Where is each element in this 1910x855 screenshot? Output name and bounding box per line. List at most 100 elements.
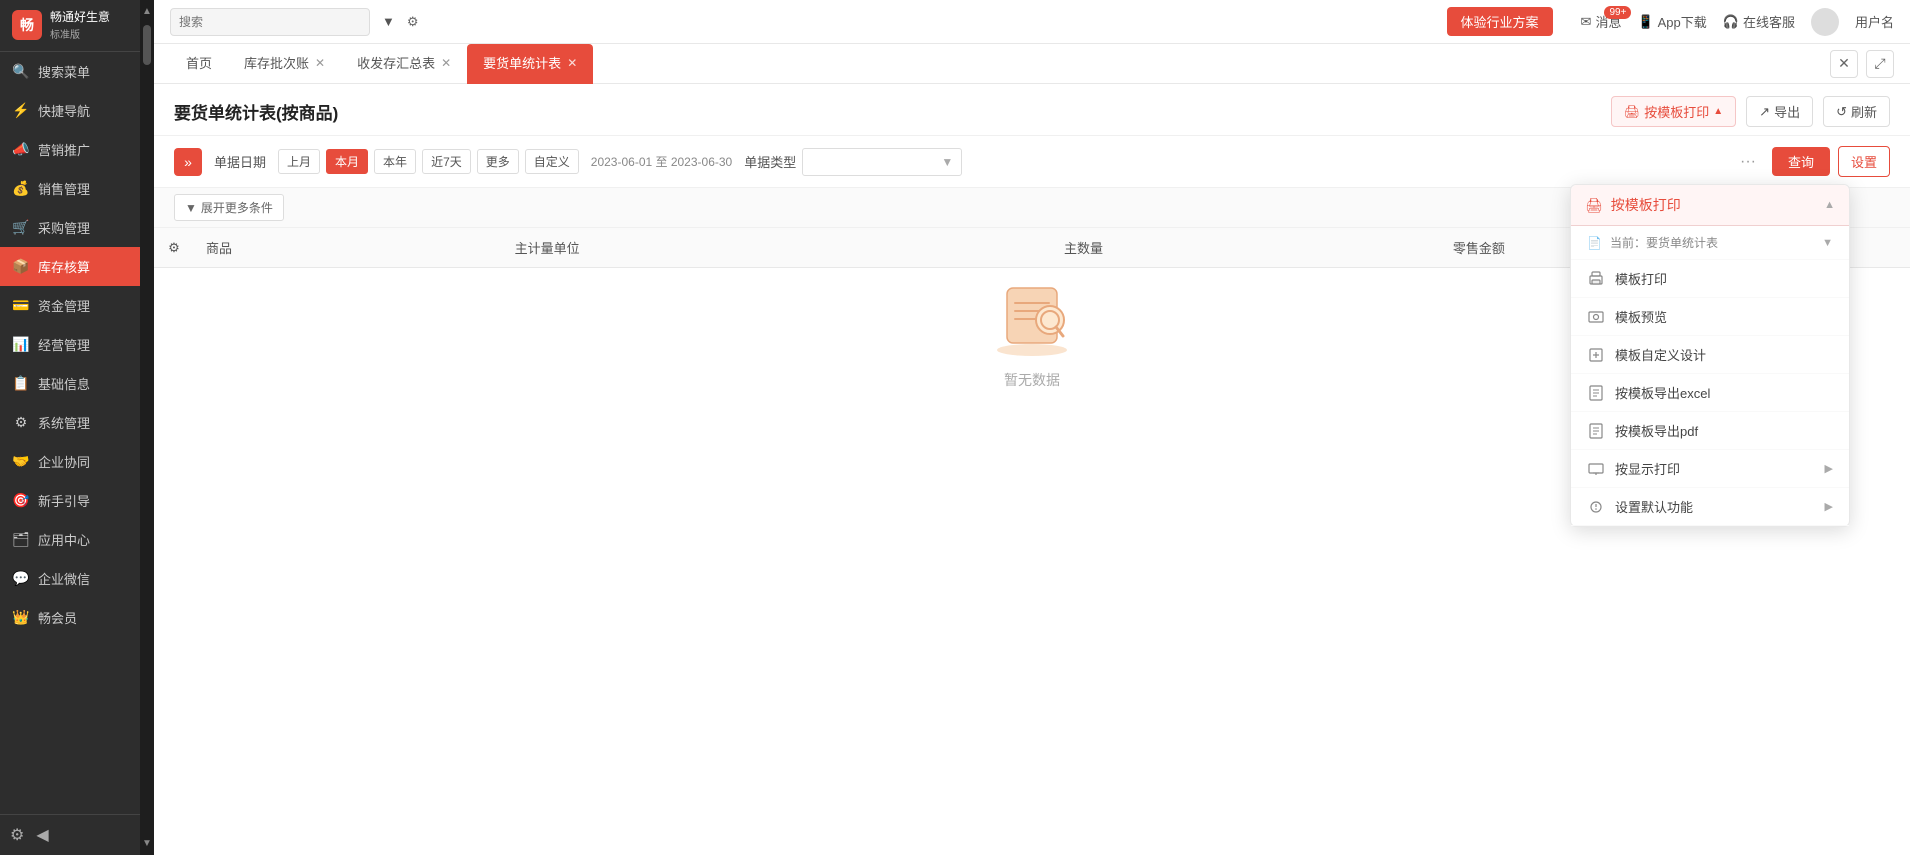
set-default-arrow-icon: ▶	[1825, 500, 1833, 513]
dropdown-item-template-custom[interactable]: 模板自定义设计	[1571, 336, 1849, 374]
dropdown-item-display-print[interactable]: 按显示打印 ▶	[1571, 450, 1849, 488]
sidebar-item-operation[interactable]: 📊 经营管理	[0, 325, 140, 364]
expand-more-label: 展开更多条件	[201, 199, 273, 216]
date-this-year-button[interactable]: 本年	[374, 149, 416, 174]
sidebar-nav: 🔍 搜索菜单 ⚡ 快捷导航 📣 营销推广 💰 销售管理 🛒 采购管理 📦	[0, 52, 140, 814]
sidebar-wrapper: 畅 畅通好生意 标准版 🔍 搜索菜单 ⚡ 快捷导航 📣 营销推广 💰 销售管	[0, 0, 154, 855]
template-print-button[interactable]: 🖨 按模板打印 ▲	[1611, 96, 1736, 127]
filter-row: » 单据日期 上月 本月 本年 近7天 更多 自定义 2023-06-01 至 …	[154, 136, 1910, 188]
dropdown-item-set-default[interactable]: 设置默认功能 ▶	[1571, 488, 1849, 526]
sidebar-item-member[interactable]: 👑 畅会员	[0, 598, 140, 637]
col-settings[interactable]: ⚙	[154, 228, 194, 268]
tab-batch-account[interactable]: 库存批次账 ✕	[228, 44, 341, 84]
sidebar-item-label-finance: 资金管理	[38, 296, 90, 315]
date-last-7-button[interactable]: 近7天	[422, 149, 471, 174]
template-print-icon	[1587, 270, 1605, 288]
sidebar-item-purchase[interactable]: 🛒 采购管理	[0, 208, 140, 247]
tab-order-stats-close[interactable]: ✕	[567, 57, 577, 69]
tab-order-stats[interactable]: 要货单统计表 ✕	[467, 44, 593, 84]
filter-right: ··· 查询 设置	[1732, 146, 1890, 177]
user-avatar[interactable]	[1811, 8, 1839, 36]
messages-button[interactable]: ✉ 消息 99+	[1581, 12, 1622, 31]
template-print-label: 按模板打印	[1644, 102, 1709, 121]
dropdown-title: 按模板打印	[1611, 195, 1681, 215]
tab-close-button[interactable]: ✕	[1830, 50, 1858, 78]
sidebar-item-finance[interactable]: 💳 资金管理	[0, 286, 140, 325]
sidebar-item-newbie[interactable]: 🎯 新手引导	[0, 481, 140, 520]
sidebar-item-enterprise[interactable]: 🤝 企业协同	[0, 442, 140, 481]
dropdown-item-template-preview[interactable]: 模板预览	[1571, 298, 1849, 336]
filter-dots-button[interactable]: ···	[1732, 150, 1764, 174]
dropdown-item-template-excel[interactable]: 按模板导出excel	[1571, 374, 1849, 412]
set-default-label: 设置默认功能	[1615, 497, 1693, 516]
dropdown-close-icon[interactable]: ▲	[1824, 199, 1835, 211]
tab-home[interactable]: 首页	[170, 44, 228, 84]
sidebar-toggle-icon[interactable]: ◀	[36, 825, 48, 845]
scroll-down-arrow[interactable]: ▼	[140, 834, 154, 853]
date-last-month-button[interactable]: 上月	[278, 149, 320, 174]
dropdown-chevron-icon: ▼	[382, 14, 395, 29]
dropdown-item-template-pdf[interactable]: 按模板导出pdf	[1571, 412, 1849, 450]
date-this-month-button[interactable]: 本月	[326, 149, 368, 174]
topbar-dropdown[interactable]: ▼	[382, 14, 395, 29]
sidebar-item-wechat[interactable]: 💬 企业微信	[0, 559, 140, 598]
tab-batch-account-close[interactable]: ✕	[315, 57, 325, 69]
app-download-icon: 📱	[1637, 14, 1653, 30]
sidebar-item-inventory[interactable]: 📦 库存核算	[0, 247, 140, 286]
display-print-arrow-icon: ▶	[1825, 462, 1833, 475]
operation-icon: 📊	[12, 335, 30, 353]
doc-type-value	[811, 153, 823, 170]
settings-gear-icon[interactable]: ⚙	[10, 825, 24, 845]
template-custom-icon	[1587, 346, 1605, 364]
export-icon: ↗	[1759, 104, 1770, 120]
sidebar-item-label-app: 应用中心	[38, 530, 90, 549]
user-name: 用户名	[1855, 12, 1894, 31]
dropdown-header[interactable]: 🖨 按模板打印 ▲	[1571, 185, 1849, 226]
date-more-button[interactable]: 更多	[477, 149, 519, 174]
date-range-text: 2023-06-01 至 2023-06-30	[591, 153, 732, 170]
refresh-button[interactable]: ↺ 刷新	[1823, 96, 1890, 127]
date-custom-button[interactable]: 自定义	[525, 149, 579, 174]
filter-settings-button[interactable]: 设置	[1838, 146, 1890, 177]
scroll-up-arrow[interactable]: ▲	[140, 2, 154, 21]
sidebar-item-system[interactable]: ⚙ 系统管理	[0, 403, 140, 442]
system-icon: ⚙	[12, 413, 30, 431]
template-excel-item-label: 按模板导出excel	[1615, 383, 1710, 402]
sidebar-item-label-sales: 销售管理	[38, 179, 90, 198]
current-template-label: 当前：要货单统计表	[1610, 234, 1718, 251]
topbar-search-input[interactable]	[170, 8, 370, 36]
filter-expand-button[interactable]: »	[174, 148, 202, 176]
sidebar-item-search[interactable]: 🔍 搜索菜单	[0, 52, 140, 91]
newbie-icon: 🎯	[12, 491, 30, 509]
industry-solution-button[interactable]: 体验行业方案	[1447, 7, 1553, 36]
template-preview-icon	[1587, 308, 1605, 326]
sidebar-item-label-purchase: 采购管理	[38, 218, 90, 237]
dropdown-item-template-print[interactable]: 模板打印	[1571, 260, 1849, 298]
tab-receipt-summary[interactable]: 收发存汇总表 ✕	[341, 44, 467, 84]
sidebar-item-label-system: 系统管理	[38, 413, 90, 432]
topbar-settings-icon[interactable]: ⚙	[407, 14, 419, 30]
doc-type-select[interactable]: ▼	[802, 148, 962, 176]
tab-expand-button[interactable]: ⤢	[1866, 50, 1894, 78]
sidebar-item-app-center[interactable]: 🗂 应用中心	[0, 520, 140, 559]
sidebar-item-label-quick: 快捷导航	[38, 101, 90, 120]
template-print-arrow-icon: ▲	[1713, 106, 1723, 117]
tab-receipt-label: 收发存汇总表	[357, 53, 435, 72]
sidebar-item-basic[interactable]: 📋 基础信息	[0, 364, 140, 403]
page-title: 要货单统计表(按商品)	[174, 99, 338, 124]
sidebar-item-quick-nav[interactable]: ⚡ 快捷导航	[0, 91, 140, 130]
col-unit: 主计量单位	[503, 228, 1052, 268]
template-preview-item-label: 模板预览	[1615, 307, 1667, 326]
expand-more-button[interactable]: ▼ 展开更多条件	[174, 194, 284, 221]
display-print-icon	[1587, 460, 1605, 478]
page-content: 要货单统计表(按商品) 🖨 按模板打印 ▲ ↗ 导出 ↺ 刷新 »	[154, 84, 1910, 855]
online-service-button[interactable]: 🎧 在线客服	[1723, 12, 1795, 31]
sidebar-item-sales[interactable]: 💰 销售管理	[0, 169, 140, 208]
tab-home-label: 首页	[186, 53, 212, 72]
export-button[interactable]: ↗ 导出	[1746, 96, 1813, 127]
app-download-button[interactable]: 📱 App下载	[1637, 12, 1706, 31]
query-button[interactable]: 查询	[1772, 147, 1830, 176]
tab-receipt-close[interactable]: ✕	[441, 57, 451, 69]
template-print-dropdown: 🖨 按模板打印 ▲ 📄 当前：要货单统计表 ▼ 模板打印	[1570, 184, 1850, 527]
sidebar-item-marketing[interactable]: 📣 营销推广	[0, 130, 140, 169]
